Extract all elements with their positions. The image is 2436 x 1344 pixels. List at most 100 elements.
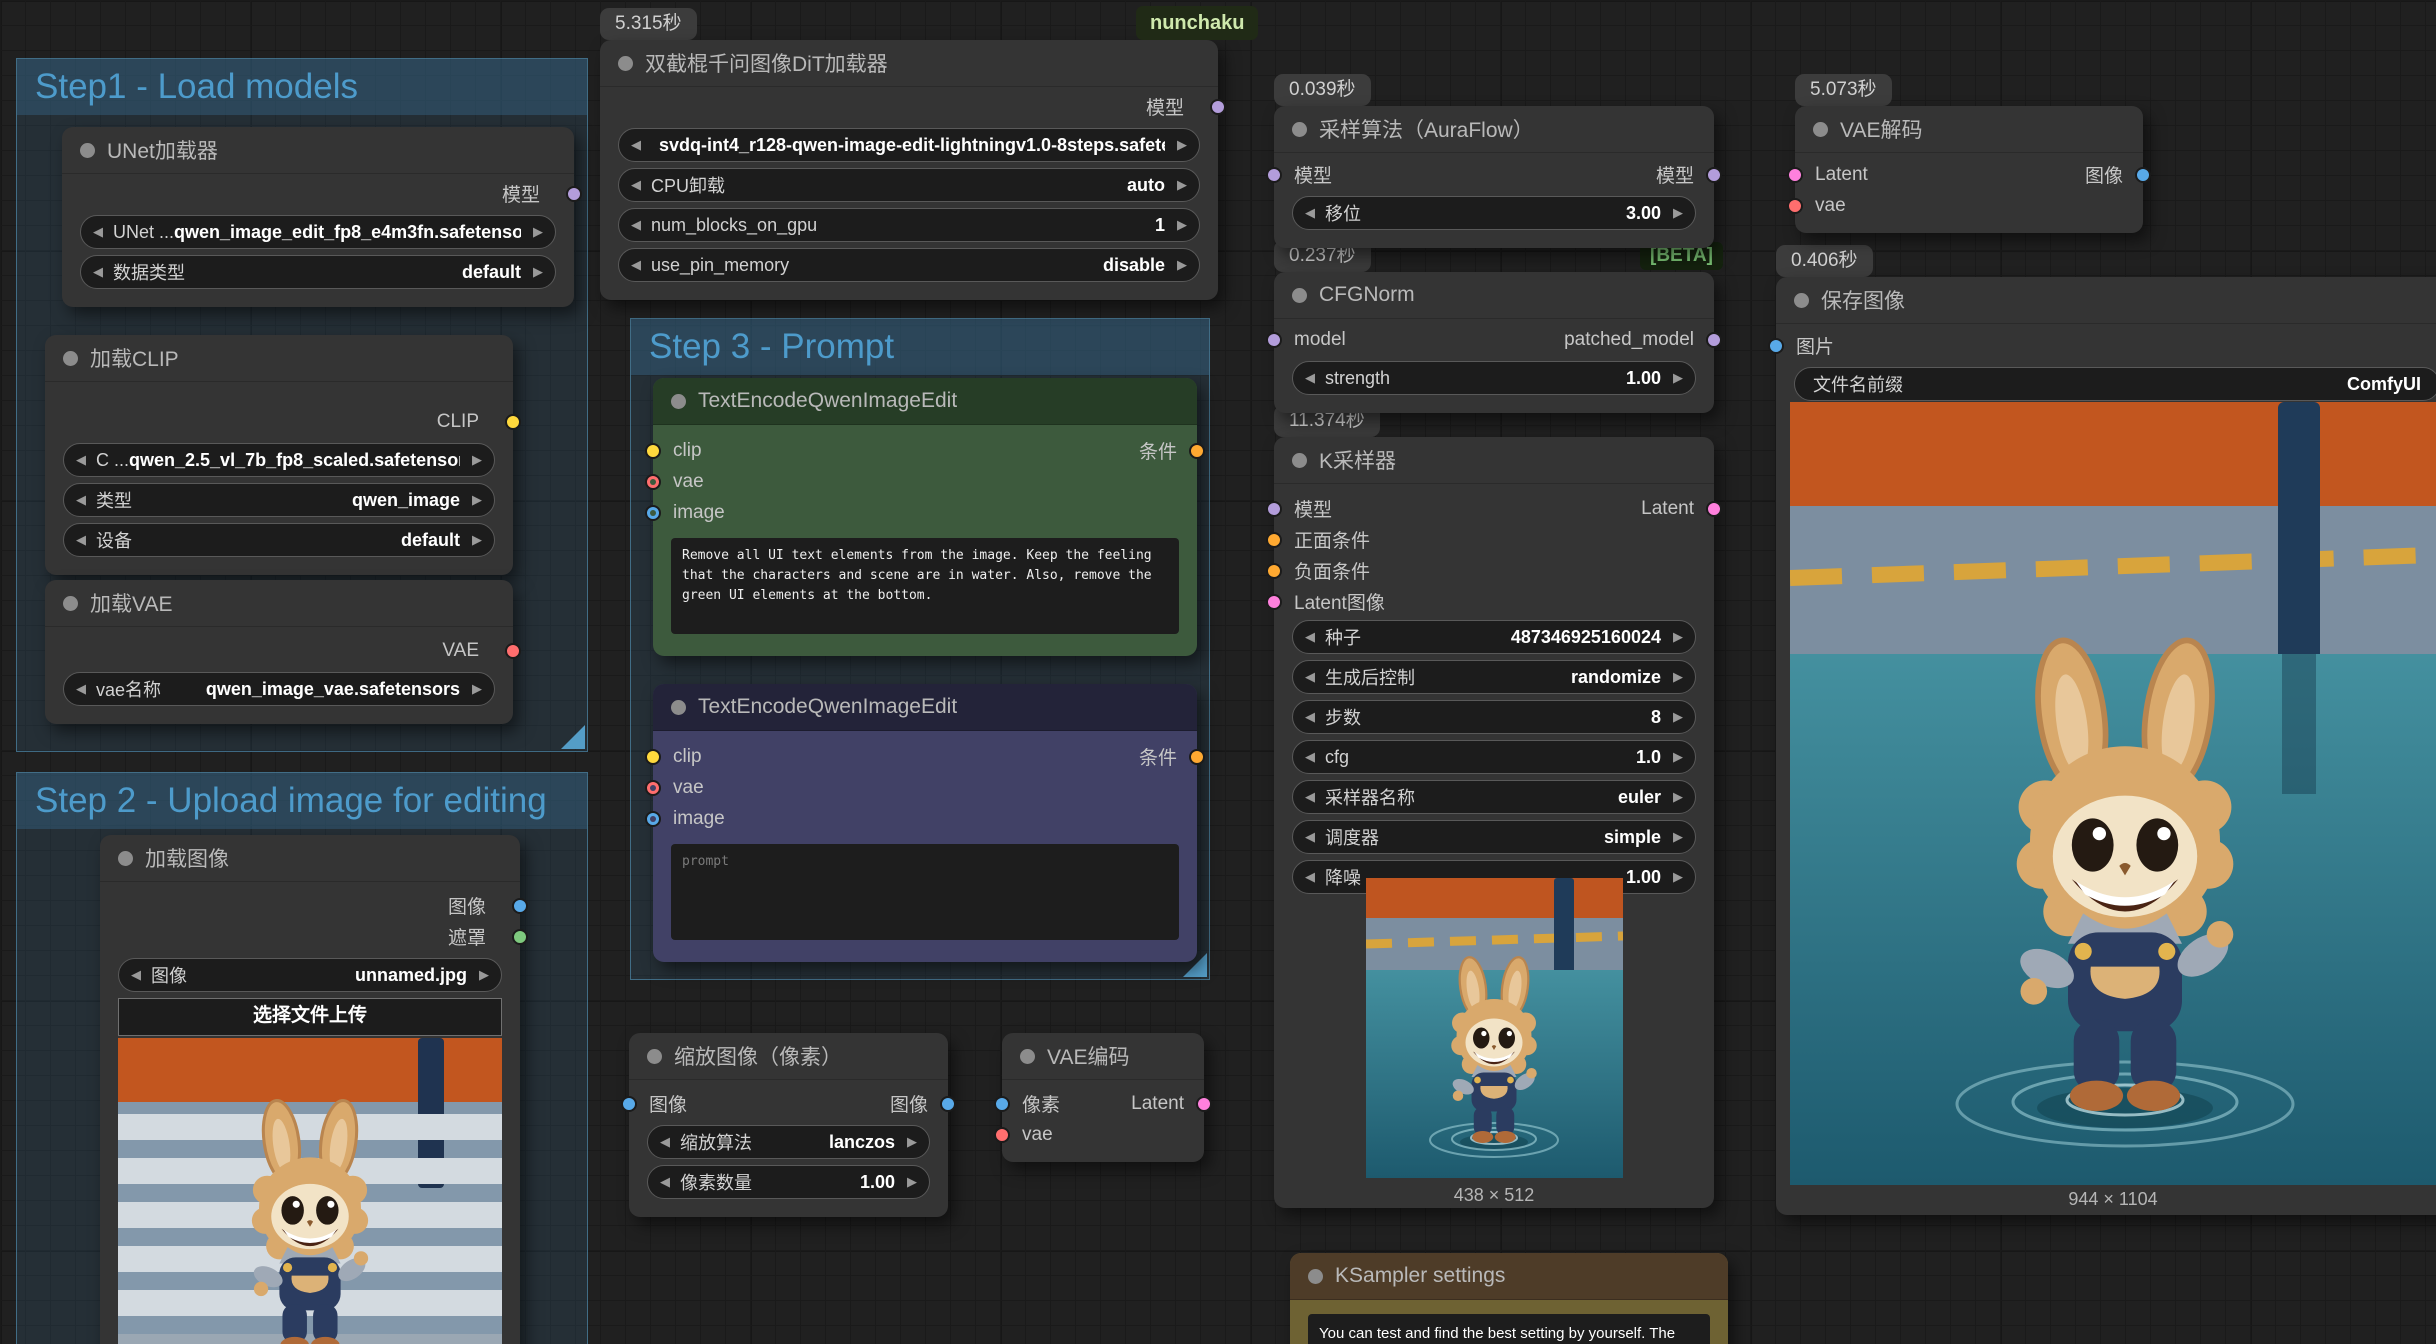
node-model-sampling-auraflow[interactable]: 采样算法（AuraFlow） 模型 模型 ◀ 移位 3.00 ▶ [1266,106,1722,248]
node-header[interactable]: K采样器 [1274,437,1714,484]
prev-arrow-icon[interactable]: ◀ [631,177,641,193]
node-cfgnorm[interactable]: CFGNorm model patched_model ◀ strength 1… [1266,272,1722,413]
prev-arrow-icon[interactable]: ◀ [660,1134,670,1150]
node-nunchaku-dit-loader[interactable]: 双截棍千问图像DiT加载器 模型 ◀ svdq-int4_r128-qwen-i… [600,40,1226,300]
node-header[interactable]: VAE解码 [1795,106,2143,153]
next-arrow-icon[interactable]: ▶ [1177,177,1187,193]
node-graph-canvas[interactable]: Step1 - Load models Step 2 - Upload imag… [0,0,2436,1344]
next-arrow-icon[interactable]: ▶ [1177,257,1187,273]
widget-vae-name[interactable]: ◀ vae名称 qwen_image_vae.safetensors ▶ [63,672,495,706]
prompt-textarea[interactable]: prompt [671,844,1179,940]
widget-steps[interactable]: ◀ 步数 8 ▶ [1292,700,1696,734]
prev-arrow-icon[interactable]: ◀ [131,967,141,983]
image-port-dot[interactable] [1768,337,1784,354]
node-clip-loader[interactable]: 加载CLIP CLIP ◀ C ... qwen_2.5_vl_7b_fp8_s… [45,335,521,575]
widget-dtype[interactable]: ◀ 数据类型 default ▶ [80,255,556,289]
next-arrow-icon[interactable]: ▶ [1673,629,1683,645]
widget-clip-device[interactable]: ◀ 设备 default ▶ [63,523,495,557]
vae-port-dot[interactable] [645,779,661,796]
widget-cfg[interactable]: ◀ cfg 1.0 ▶ [1292,740,1696,774]
group-header[interactable]: Step1 - Load models [17,59,587,115]
latent-port-dot[interactable] [1196,1095,1212,1112]
image-port-dot[interactable] [994,1095,1010,1112]
conditioning-port-dot[interactable] [1189,442,1205,459]
conditioning-port-dot[interactable] [1266,531,1282,548]
node-header[interactable]: CFGNorm [1274,272,1714,319]
node-text-encode-negative[interactable]: TextEncodeQwenImageEdit clip 条件 vae imag… [645,684,1205,962]
image-port-dot[interactable] [512,897,528,914]
next-arrow-icon[interactable]: ▶ [1673,829,1683,845]
image-port-dot[interactable] [645,504,661,521]
widget-image-file[interactable]: ◀ 图像 unnamed.jpg ▶ [118,958,502,992]
latent-port-dot[interactable] [1266,593,1282,610]
note-textarea[interactable]: You can test and find the best setting b… [1308,1314,1710,1344]
widget-control-after-generate[interactable]: ◀ 生成后控制 randomize ▶ [1292,660,1696,694]
prev-arrow-icon[interactable]: ◀ [1305,829,1315,845]
image-port-dot[interactable] [940,1095,956,1112]
node-header[interactable]: 采样算法（AuraFlow） [1274,106,1714,153]
prev-arrow-icon[interactable]: ◀ [1305,669,1315,685]
model-port-dot[interactable] [1266,500,1282,517]
prev-arrow-icon[interactable]: ◀ [631,257,641,273]
prev-arrow-icon[interactable]: ◀ [631,137,641,153]
vae-port-dot[interactable] [994,1126,1010,1143]
next-arrow-icon[interactable]: ▶ [533,224,543,240]
widget-scheduler[interactable]: ◀ 调度器 simple ▶ [1292,820,1696,854]
vae-port-dot[interactable] [645,473,661,490]
node-text-encode-positive[interactable]: TextEncodeQwenImageEdit clip 条件 vae imag… [645,378,1205,656]
vae-port-dot[interactable] [1787,197,1803,214]
node-header[interactable]: 加载VAE [45,580,513,627]
prev-arrow-icon[interactable]: ◀ [1305,205,1315,221]
prev-arrow-icon[interactable]: ◀ [76,681,86,697]
next-arrow-icon[interactable]: ▶ [1673,205,1683,221]
prev-arrow-icon[interactable]: ◀ [1305,789,1315,805]
image-port-dot[interactable] [621,1095,637,1112]
conditioning-port-dot[interactable] [1189,748,1205,765]
clip-port-dot[interactable] [645,442,661,459]
node-header[interactable]: TextEncodeQwenImageEdit [653,684,1197,731]
widget-seed[interactable]: ◀ 种子 487346925160024 ▶ [1292,620,1696,654]
node-vae-decode[interactable]: VAE解码 Latent 图像 vae [1787,106,2151,233]
group-header[interactable]: Step 2 - Upload image for editing [17,773,587,829]
node-vae-loader[interactable]: 加载VAE VAE ◀ vae名称 qwen_image_vae.safeten… [45,580,521,724]
group-header[interactable]: Step 3 - Prompt [631,319,1209,375]
next-arrow-icon[interactable]: ▶ [533,264,543,280]
next-arrow-icon[interactable]: ▶ [1673,749,1683,765]
prev-arrow-icon[interactable]: ◀ [76,452,86,468]
widget-sampler-name[interactable]: ◀ 采样器名称 euler ▶ [1292,780,1696,814]
next-arrow-icon[interactable]: ▶ [472,681,482,697]
widget-pin-memory[interactable]: ◀ use_pin_memory disable ▶ [618,248,1200,282]
prev-arrow-icon[interactable]: ◀ [1305,869,1315,885]
node-header[interactable]: 加载CLIP [45,335,513,382]
prev-arrow-icon[interactable]: ◀ [631,217,641,233]
prompt-textarea[interactable]: Remove all UI text elements from the ima… [671,538,1179,634]
widget-strength[interactable]: ◀ strength 1.00 ▶ [1292,361,1696,395]
node-header[interactable]: 双截棍千问图像DiT加载器 [600,40,1218,87]
latent-port-dot[interactable] [1706,500,1722,517]
node-ksampler[interactable]: K采样器 模型 Latent 正面条件 负面条件 Latent图像 ◀ 种子 4… [1266,437,1722,1208]
node-ksampler-settings-note[interactable]: KSampler settings You can test and find … [1290,1253,1728,1344]
widget-unet-name[interactable]: ◀ UNet ... qwen_image_edit_fp8_e4m3fn.sa… [80,215,556,249]
node-unet-loader[interactable]: UNet加载器 模型 ◀ UNet ... qwen_image_edit_fp… [62,127,582,307]
next-arrow-icon[interactable]: ▶ [1673,789,1683,805]
next-arrow-icon[interactable]: ▶ [479,967,489,983]
node-header[interactable]: UNet加载器 [62,127,574,174]
widget-shift[interactable]: ◀ 移位 3.00 ▶ [1292,196,1696,230]
node-header[interactable]: KSampler settings [1290,1253,1728,1300]
node-save-image[interactable]: 保存图像 图片 文件名前缀 ComfyUI 944 × 1104 [1768,277,2436,1215]
prev-arrow-icon[interactable]: ◀ [1305,629,1315,645]
next-arrow-icon[interactable]: ▶ [1673,709,1683,725]
next-arrow-icon[interactable]: ▶ [1177,217,1187,233]
clip-port-dot[interactable] [505,413,521,430]
widget-clip-name[interactable]: ◀ C ... qwen_2.5_vl_7b_fp8_scaled.safete… [63,443,495,477]
next-arrow-icon[interactable]: ▶ [472,452,482,468]
node-header[interactable]: 加载图像 [100,835,520,882]
conditioning-port-dot[interactable] [1266,562,1282,579]
node-header[interactable]: VAE编码 [1002,1033,1204,1080]
prev-arrow-icon[interactable]: ◀ [76,532,86,548]
model-port-dot[interactable] [1266,166,1282,183]
next-arrow-icon[interactable]: ▶ [1673,669,1683,685]
model-port-dot[interactable] [566,185,582,202]
prev-arrow-icon[interactable]: ◀ [1305,370,1315,386]
choose-file-upload-button[interactable]: 选择文件上传 [118,998,502,1036]
